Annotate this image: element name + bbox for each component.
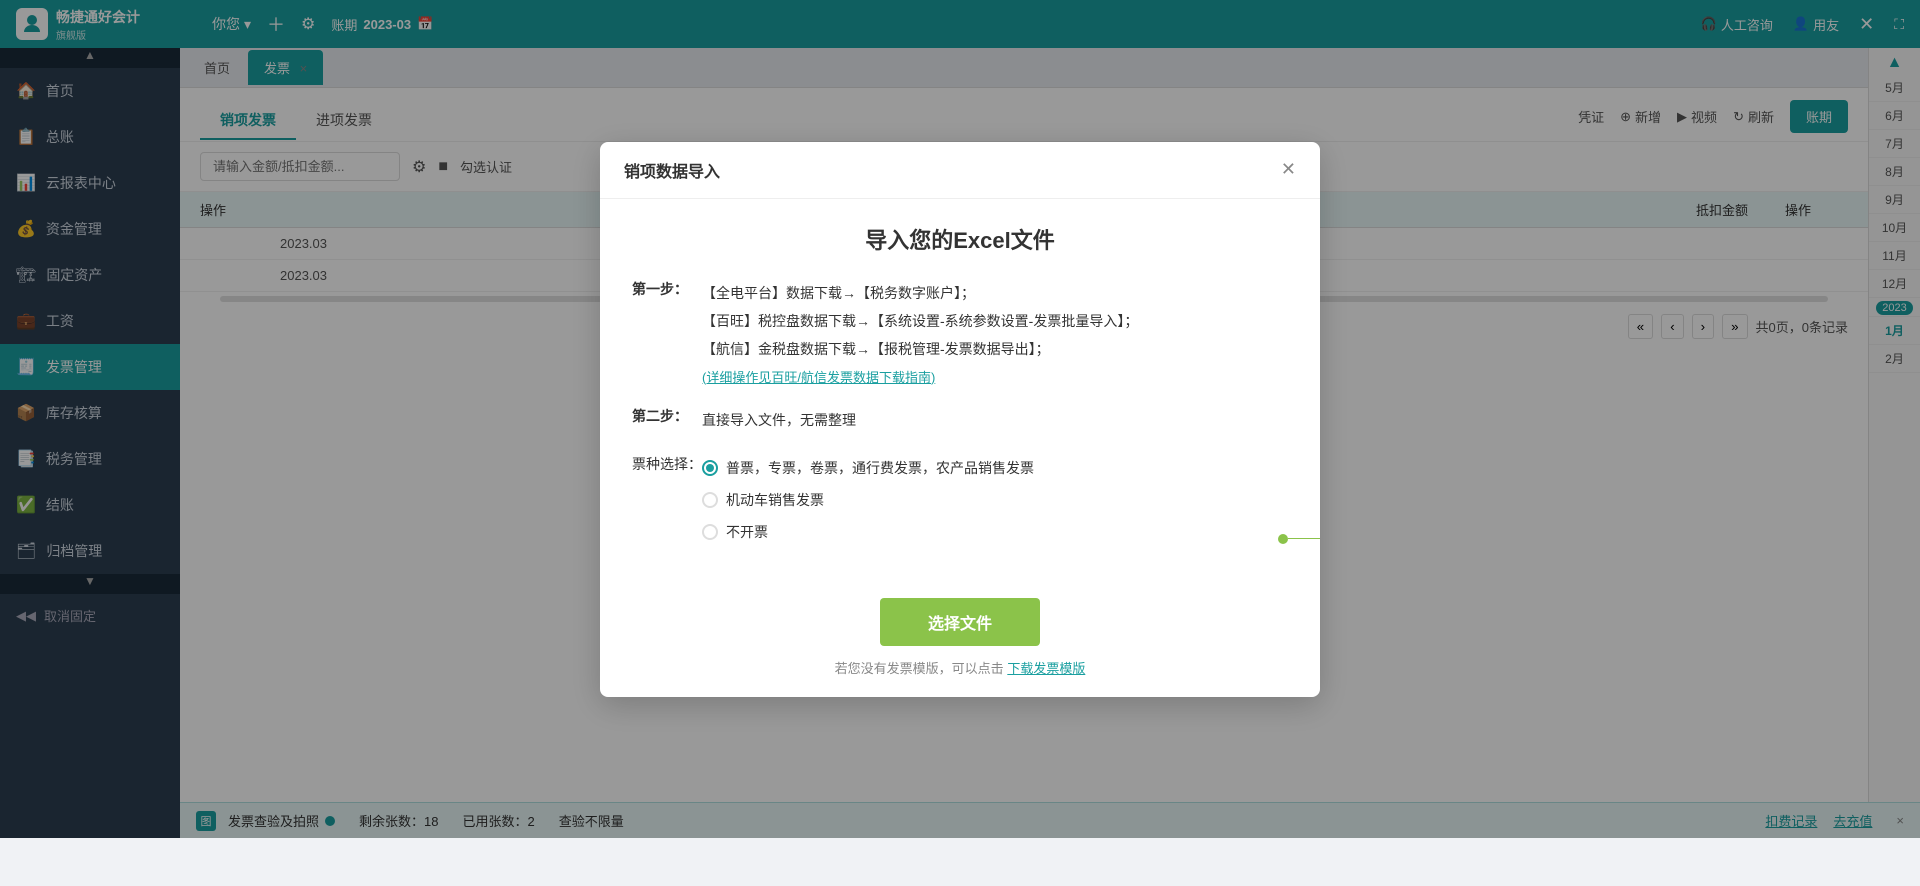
ticket-option-motor-label: 机动车销售发票: [726, 490, 824, 510]
modal-title: 销项数据导入: [624, 158, 720, 182]
modal-overlay: 销项数据导入 ✕ 导入您的Excel文件 第一步： 【全电平台】数据下载→【税务…: [0, 0, 1920, 838]
select-file-btn[interactable]: 选择文件: [880, 598, 1040, 646]
ticket-option-normal-label: 普票，专票，卷票，通行费发票，农产品销售发票: [726, 458, 1034, 478]
ticket-option-motor[interactable]: 机动车销售发票 现在支持的票种多了，导入发票时别忘了选择正确的发票类型呀! ×: [702, 490, 1288, 510]
tooltip-connector: 现在支持的票种多了，导入发票时别忘了选择正确的发票类型呀! ×: [1278, 500, 1320, 579]
modal-header: 销项数据导入 ✕: [600, 142, 1320, 199]
modal-body: 导入您的Excel文件 第一步： 【全电平台】数据下载→【税务数字账户】； 【百…: [600, 199, 1320, 582]
ticket-option-noticket[interactable]: 不开票: [702, 522, 1288, 542]
guide-link[interactable]: (详细操作见百旺/航信发票数据下载指南): [702, 370, 935, 385]
radio-noticket: [702, 524, 718, 540]
step2-block: 第二步： 直接导入文件，无需整理: [632, 406, 1288, 434]
modal-import: 销项数据导入 ✕ 导入您的Excel文件 第一步： 【全电平台】数据下载→【税务…: [600, 142, 1320, 697]
template-link-area: 若您没有发票模版，可以点击 下载发票模版: [624, 658, 1296, 677]
radio-motor: [702, 492, 718, 508]
step1-line1: 【全电平台】数据下载→【税务数字账户】；: [702, 279, 1288, 307]
modal-main-title: 导入您的Excel文件: [632, 223, 1288, 255]
tooltip-dot: [1278, 534, 1288, 544]
radio-normal: [702, 460, 718, 476]
step2-label: 第二步：: [632, 406, 702, 426]
step1-block: 第一步： 【全电平台】数据下载→【税务数字账户】； 【百旺】税控盘数据下载→【系…: [632, 279, 1288, 386]
modal-close-btn[interactable]: ✕: [1281, 159, 1296, 180]
tooltip-line: [1288, 538, 1320, 539]
step1-label: 第一步：: [632, 279, 702, 299]
step1-line3: 【航信】金税盘数据下载→【报税管理-发票数据导出】；: [702, 335, 1288, 363]
ticket-radio-group: 普票，专票，卷票，通行费发票，农产品销售发票 机动车销售发票: [702, 458, 1288, 542]
ticket-option-normal[interactable]: 普票，专票，卷票，通行费发票，农产品销售发票: [702, 458, 1288, 478]
modal-footer: 选择文件 若您没有发票模版，可以点击 下载发票模版: [600, 582, 1320, 697]
step1-line2: 【百旺】税控盘数据下载→【系统设置-系统参数设置-发票批量导入】；: [702, 307, 1288, 335]
download-template-link[interactable]: 下载发票模版: [1007, 661, 1085, 676]
ticket-selection: 票种选择： 普票，专票，卷票，通行费发票，农产品销售发票 机动车销售发: [632, 454, 1288, 542]
ticket-label: 票种选择：: [632, 454, 702, 474]
step2-text: 直接导入文件，无需整理: [702, 406, 856, 434]
ticket-option-noticket-label: 不开票: [726, 522, 768, 542]
